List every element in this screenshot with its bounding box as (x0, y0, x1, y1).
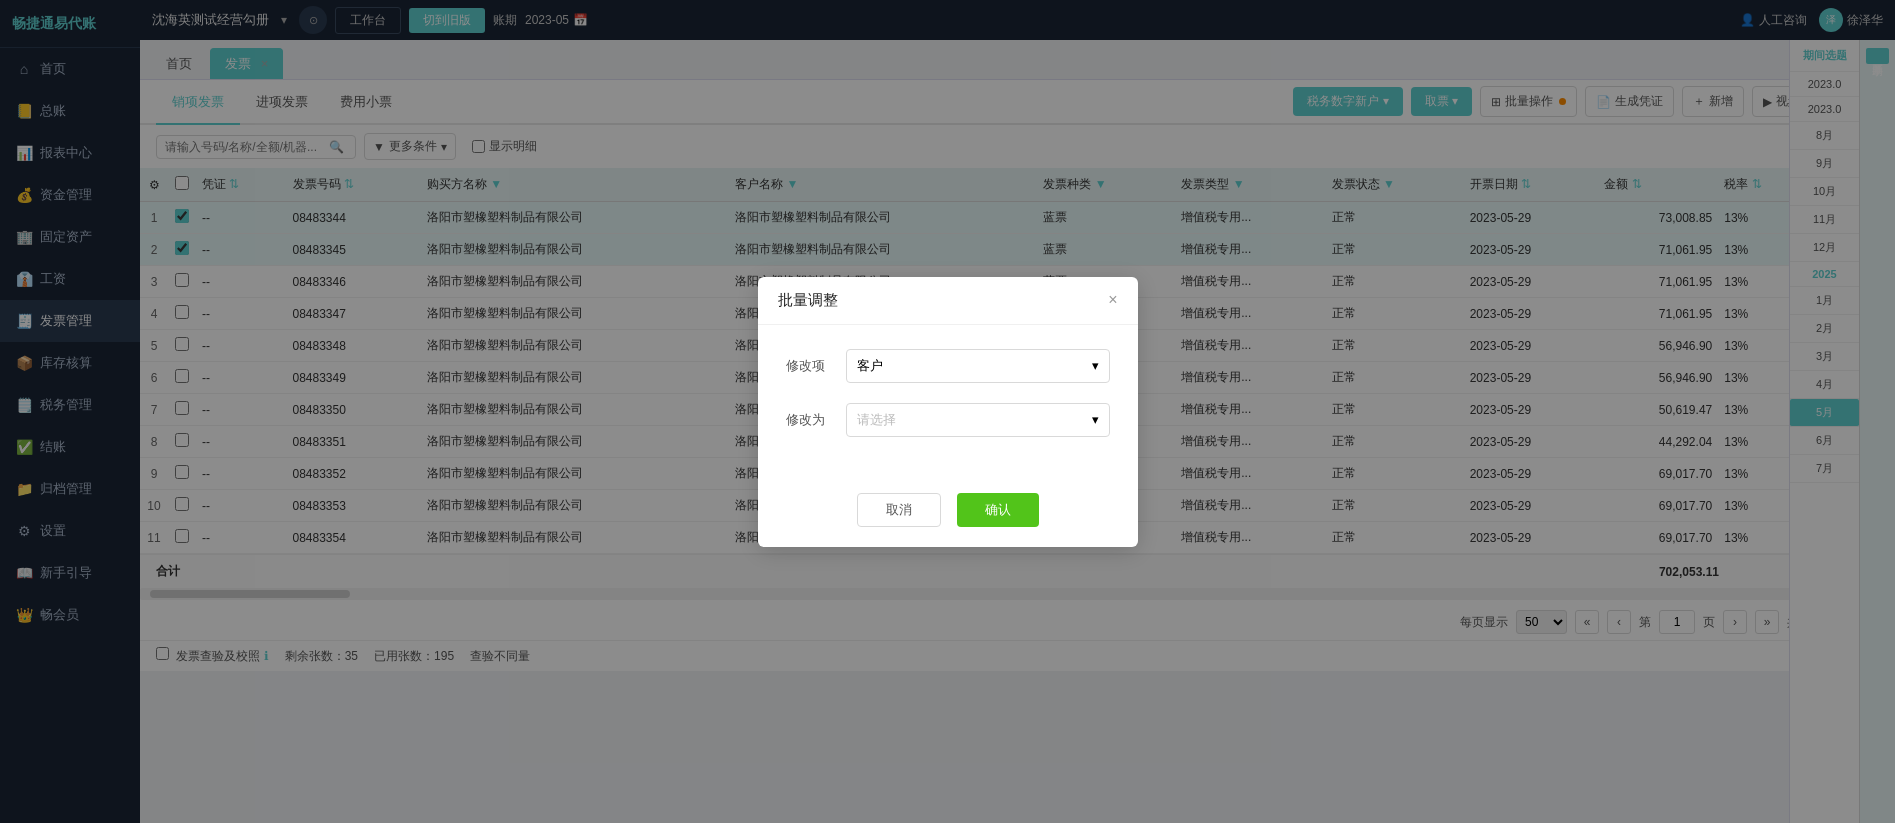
modal-footer: 取消 确认 (758, 481, 1138, 547)
modal-title: 批量调整 (778, 291, 838, 310)
modal-overlay[interactable]: 批量调整 × 修改项 客户 ▾ 修改为 请选择 ▾ 取消 确认 (0, 0, 1895, 823)
modal-body: 修改项 客户 ▾ 修改为 请选择 ▾ (758, 325, 1138, 481)
modal-change-label: 修改为 (786, 411, 846, 429)
modal-field-select[interactable]: 客户 ▾ (846, 349, 1110, 383)
modal-change-row: 修改为 请选择 ▾ (786, 403, 1110, 437)
field-chevron-icon: ▾ (1092, 358, 1099, 373)
modal-change-select[interactable]: 请选择 ▾ (846, 403, 1110, 437)
modal-close-button[interactable]: × (1108, 291, 1117, 309)
confirm-button[interactable]: 确认 (957, 493, 1039, 527)
modal-header: 批量调整 × (758, 277, 1138, 325)
cancel-button[interactable]: 取消 (857, 493, 941, 527)
modal-field-row: 修改项 客户 ▾ (786, 349, 1110, 383)
batch-adjust-modal: 批量调整 × 修改项 客户 ▾ 修改为 请选择 ▾ 取消 确认 (758, 277, 1138, 547)
modal-field-label: 修改项 (786, 357, 846, 375)
change-chevron-icon: ▾ (1092, 412, 1099, 427)
